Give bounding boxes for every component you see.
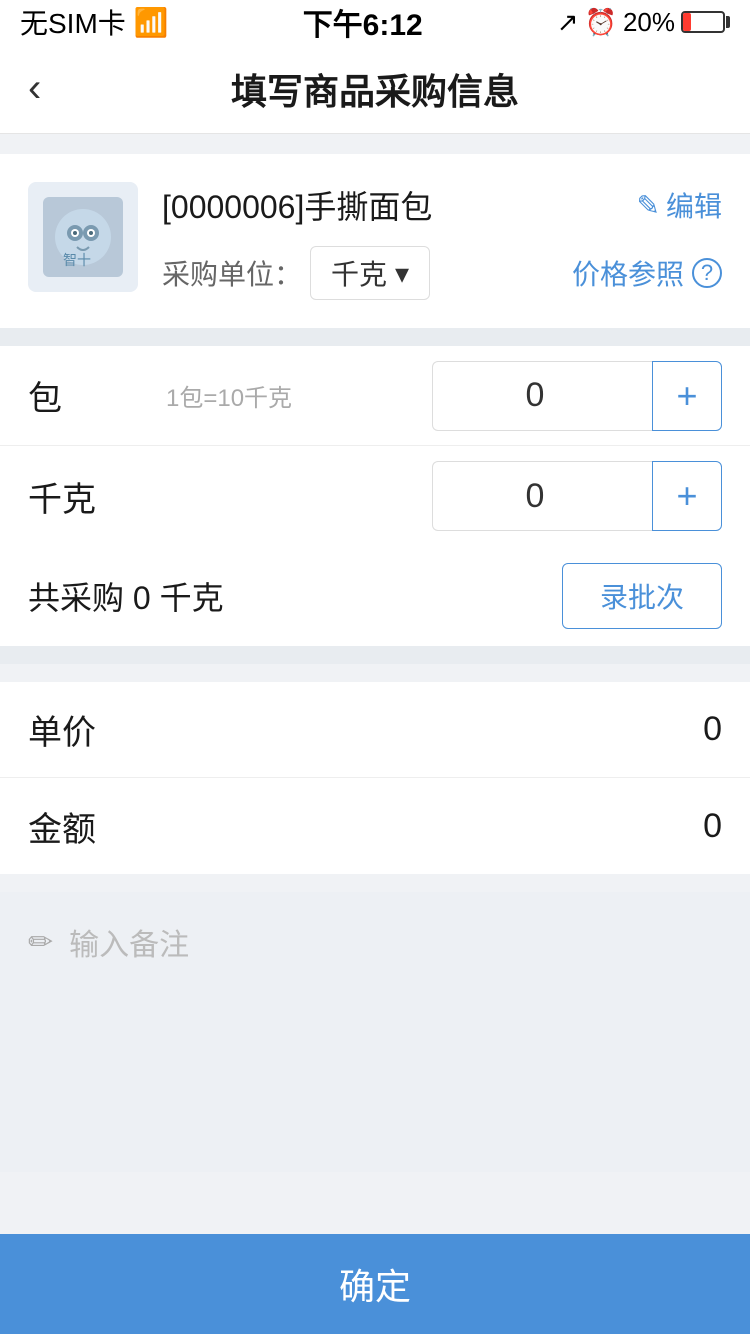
bao-input-wrapper: +	[432, 361, 722, 431]
confirm-label: 确定	[339, 1258, 411, 1310]
product-thumb-inner: 智十	[43, 197, 123, 277]
kg-label: 千克	[28, 472, 158, 521]
price-reference-button[interactable]: 价格参照 ?	[572, 253, 722, 293]
remark-inner: ✏ 输入备注	[28, 920, 722, 964]
unit-value: 千克	[331, 253, 387, 293]
product-unit-row: 采购单位： 千克 ▾ 价格参照 ?	[162, 246, 722, 300]
record-btn-label: 录批次	[600, 576, 684, 616]
total-amount: 0	[133, 580, 160, 616]
record-batch-button[interactable]: 录批次	[562, 563, 722, 629]
kg-input-row: 千克 +	[0, 446, 750, 546]
info-section: 单价 0 金额 0	[0, 682, 750, 874]
pencil-icon: ✏	[28, 925, 53, 960]
edit-label: 编辑	[666, 185, 722, 225]
remark-placeholder: 输入备注	[69, 920, 189, 964]
product-header: [0000006]手撕面包 ✎ 编辑	[162, 182, 722, 228]
help-icon: ?	[692, 258, 722, 288]
total-label: 共采购	[28, 580, 124, 616]
product-logo-icon: 智十	[53, 207, 113, 267]
remark-section[interactable]: ✏ 输入备注	[0, 892, 750, 1172]
unit-dropdown[interactable]: 千克 ▾	[310, 246, 430, 300]
unit-selector-area: 采购单位： 千克 ▾	[162, 246, 430, 300]
amount-value: 0	[703, 807, 722, 846]
wifi-icon: 📶	[134, 6, 169, 39]
confirm-button[interactable]: 确定	[0, 1234, 750, 1334]
status-time: 下午6:12	[303, 0, 423, 44]
bao-input-row: 包 1包=10千克 +	[0, 346, 750, 446]
edit-button[interactable]: ✎ 编辑	[637, 185, 722, 225]
kg-input-wrapper: +	[432, 461, 722, 531]
product-thumbnail: 智十	[28, 182, 138, 292]
carrier-label: 无SIM卡	[20, 2, 126, 42]
divider-1	[0, 328, 750, 346]
input-section: 包 1包=10千克 + 千克 +	[0, 346, 750, 546]
dropdown-arrow-icon: ▾	[395, 257, 409, 290]
battery-icon	[681, 11, 730, 33]
battery-percent: 20%	[623, 7, 675, 38]
amount-label: 金额	[28, 802, 96, 851]
back-button[interactable]: ‹	[28, 66, 41, 111]
price-value: 0	[703, 710, 722, 749]
svg-text:智十: 智十	[63, 252, 91, 267]
price-ref-label: 价格参照	[572, 253, 684, 293]
product-card: 智十 [0000006]手撕面包 ✎ 编辑 采购单位： 千克 ▾	[0, 154, 750, 328]
bao-label: 包	[28, 371, 158, 420]
alarm-icon: ⏰	[585, 7, 617, 38]
price-label: 单价	[28, 705, 96, 754]
kg-plus-button[interactable]: +	[652, 461, 722, 531]
kg-input[interactable]	[432, 461, 652, 531]
page-title: 填写商品采购信息	[231, 63, 519, 115]
total-unit: 千克	[160, 580, 224, 616]
status-left: 无SIM卡 📶	[20, 2, 169, 42]
unit-label: 采购单位：	[162, 253, 302, 293]
total-row: 共采购 0 千克 录批次	[0, 546, 750, 646]
status-bar: 无SIM卡 📶 下午6:12 ↗ ⏰ 20%	[0, 0, 750, 44]
location-icon: ↗	[557, 7, 579, 38]
status-right: ↗ ⏰ 20%	[557, 7, 730, 38]
product-info: [0000006]手撕面包 ✎ 编辑 采购单位： 千克 ▾ 价格参照	[162, 182, 722, 300]
nav-bar: ‹ 填写商品采购信息	[0, 44, 750, 134]
edit-icon: ✎	[637, 189, 660, 222]
price-row: 单价 0	[0, 682, 750, 778]
bao-sub-label: 1包=10千克	[166, 378, 432, 413]
bao-plus-button[interactable]: +	[652, 361, 722, 431]
total-text: 共采购 0 千克	[28, 573, 224, 619]
product-name: [0000006]手撕面包	[162, 182, 432, 228]
amount-row: 金额 0	[0, 778, 750, 874]
bao-input[interactable]	[432, 361, 652, 431]
divider-2	[0, 646, 750, 664]
